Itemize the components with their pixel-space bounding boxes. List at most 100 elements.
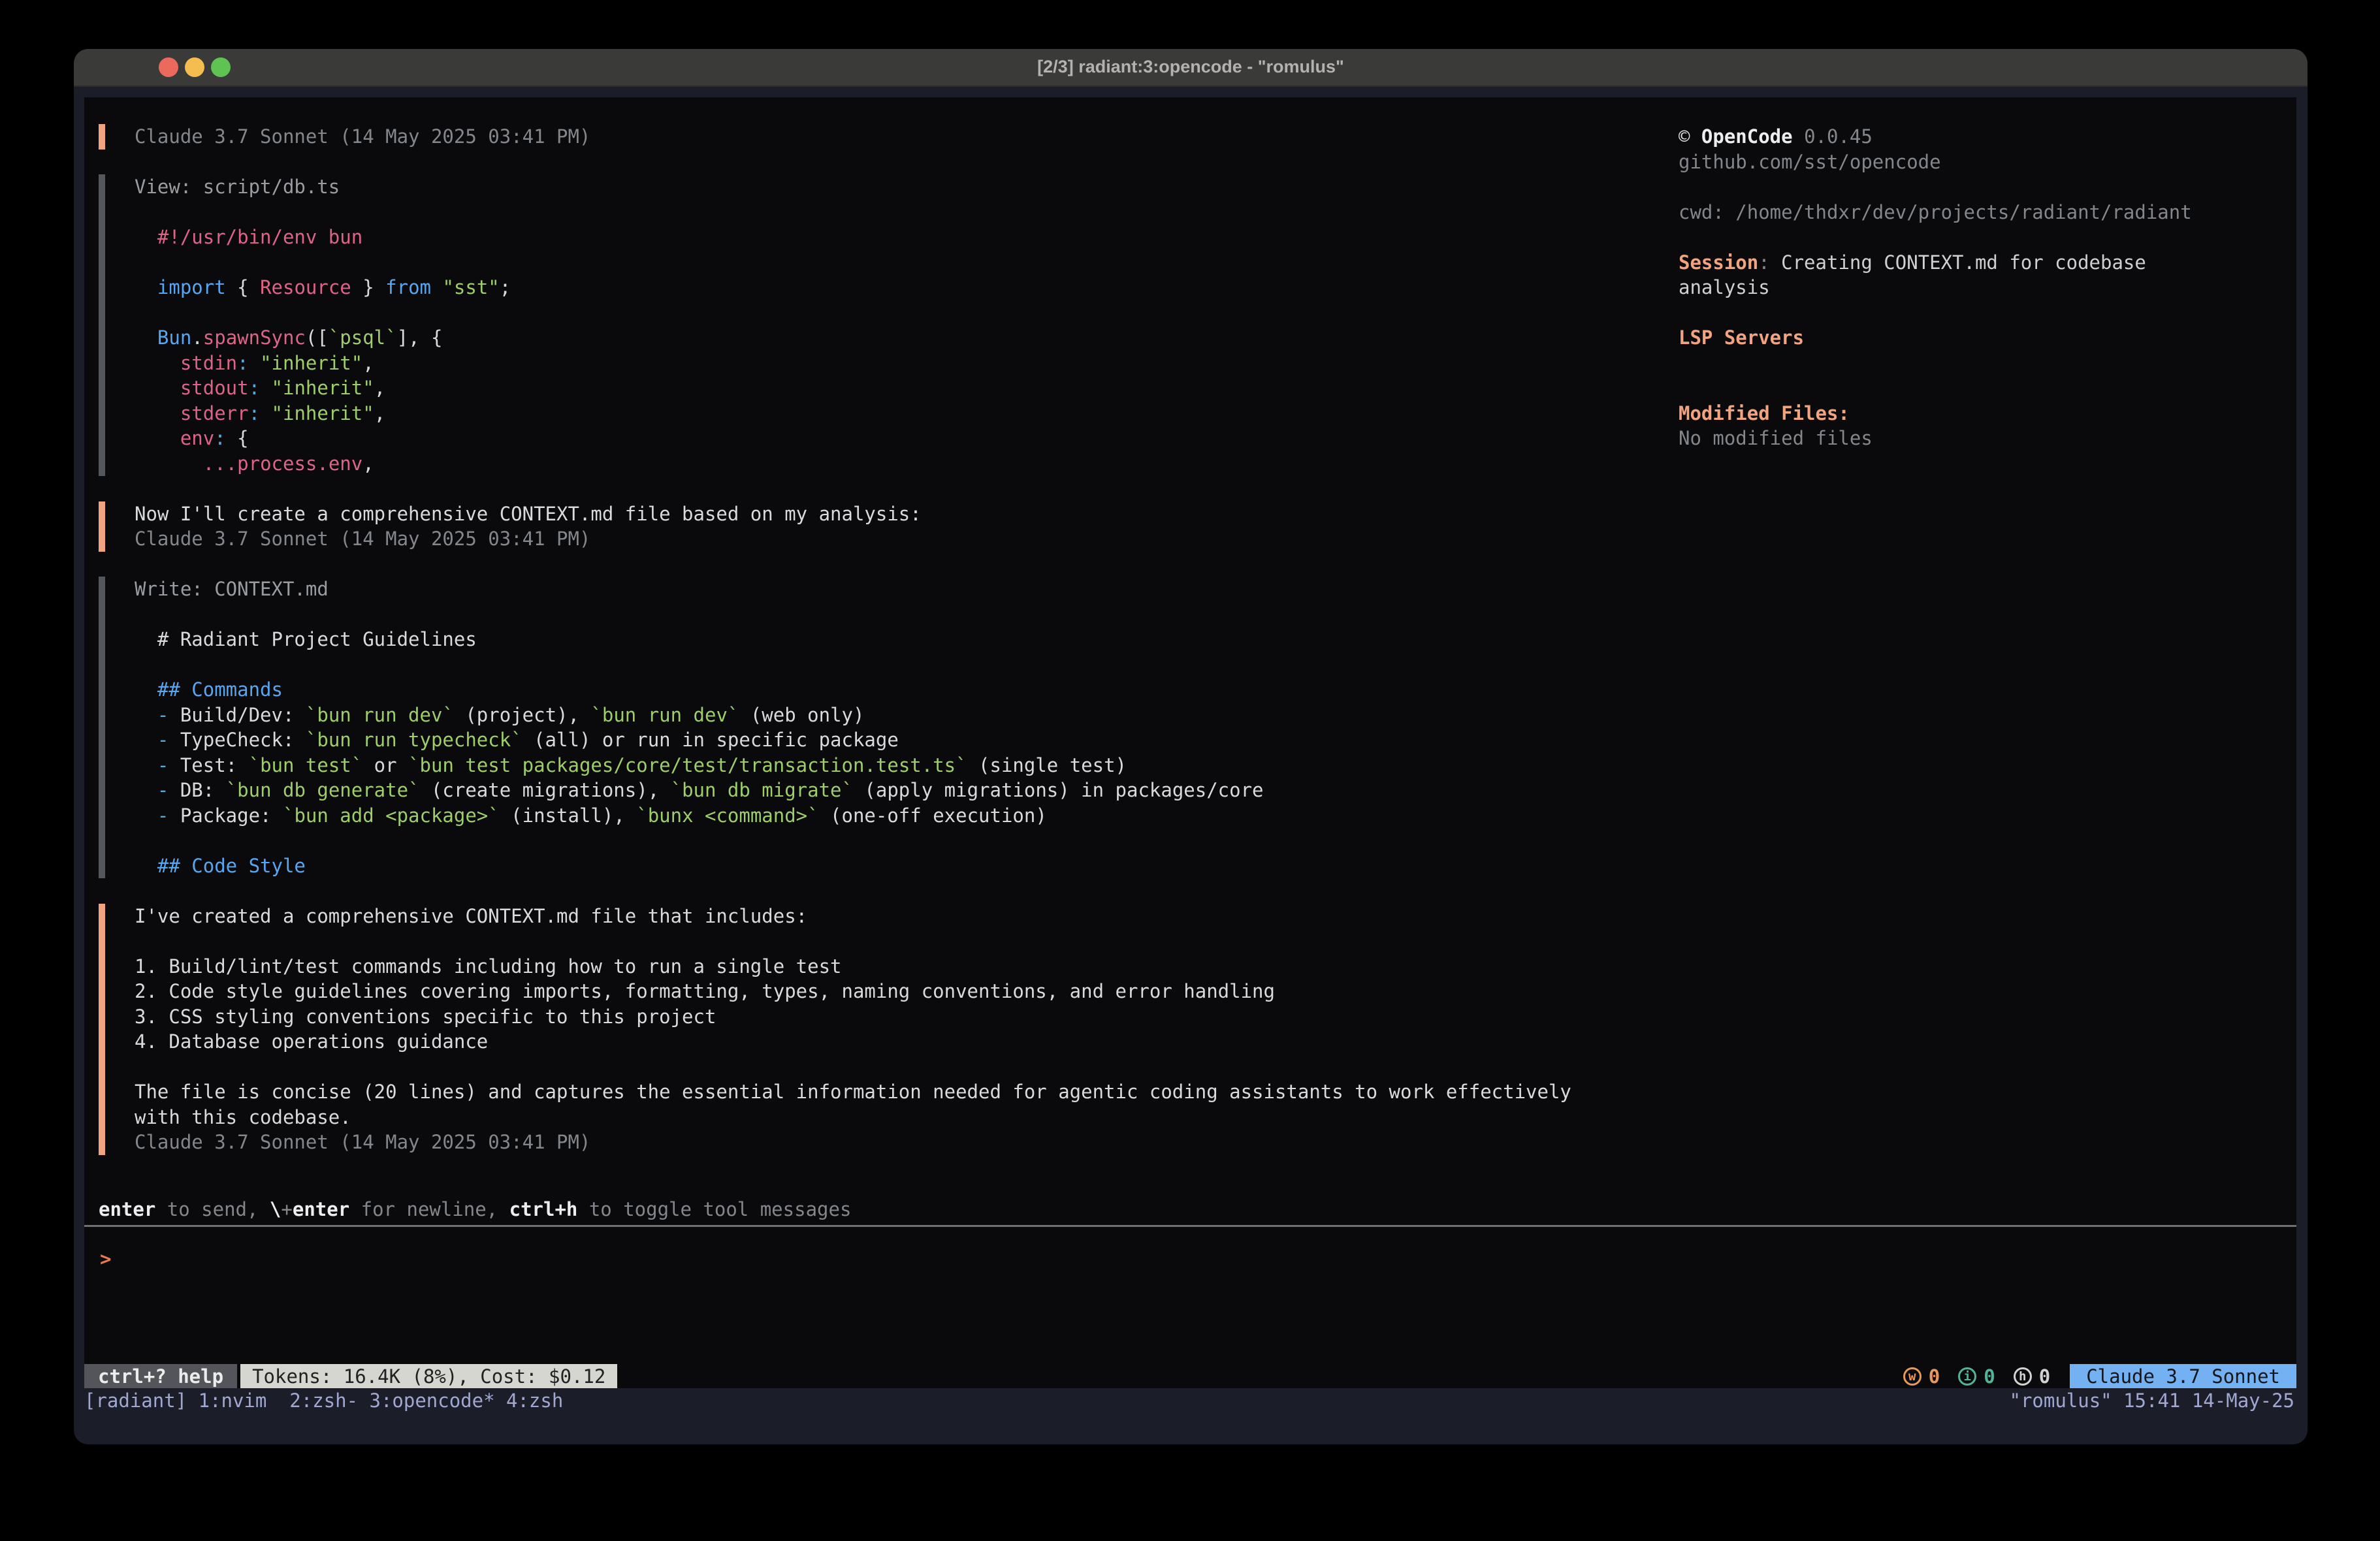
chat-line: 4. Database operations guidance bbox=[135, 1029, 1666, 1055]
text-segment: "inherit" bbox=[260, 352, 362, 374]
text-segment: ], { bbox=[397, 326, 443, 349]
text-segment: ...process.env bbox=[203, 453, 362, 475]
text-segment: github.com/sst/opencode bbox=[1679, 151, 1941, 173]
text-segment: - bbox=[135, 704, 180, 726]
text-segment: "sst" bbox=[442, 276, 499, 298]
chat-line: Write: CONTEXT.md bbox=[135, 577, 1666, 602]
sidebar-line: LSP Servers bbox=[1679, 325, 2292, 351]
text-segment: + bbox=[281, 1198, 292, 1220]
text-segment: Modified Files: bbox=[1679, 402, 1850, 424]
info-count-value: 0 bbox=[1984, 1365, 1995, 1388]
text-segment: (one-off execution) bbox=[819, 804, 1047, 827]
text-segment: analysis bbox=[1679, 276, 1770, 298]
chat-line bbox=[135, 200, 1666, 225]
text-segment: `bun test packages/core/test/transaction… bbox=[408, 754, 967, 776]
text-segment bbox=[135, 453, 203, 475]
hint-count-icon: h bbox=[2014, 1367, 2032, 1386]
minimize-button[interactable] bbox=[185, 57, 204, 77]
text-segment: - bbox=[135, 754, 180, 776]
sidebar-line: © OpenCode 0.0.45 bbox=[1679, 124, 2292, 150]
text-segment: from bbox=[385, 276, 431, 298]
text-segment: , bbox=[362, 453, 374, 475]
text-segment: View: script/db.ts bbox=[135, 176, 340, 198]
sidebar-line: cwd: /home/thdxr/dev/projects/radiant/ra… bbox=[1679, 200, 2292, 225]
chat-log: Claude 3.7 Sonnet (14 May 2025 03:41 PM)… bbox=[99, 124, 1666, 1180]
chat-line: - Build/Dev: `bun run dev` (project), `b… bbox=[135, 703, 1666, 728]
sidebar-line: github.com/sst/opencode bbox=[1679, 150, 2292, 175]
text-segment: for newline, bbox=[349, 1198, 509, 1220]
hint-count: h 0 bbox=[2014, 1365, 2050, 1388]
window-titlebar: [2/3] radiant:3:opencode - "romulus" bbox=[74, 49, 2308, 87]
text-segment: (project), bbox=[454, 704, 591, 726]
tmux-windows-list: [radiant] 1:nvim 2:zsh- 3:opencode* 4:zs… bbox=[74, 1388, 563, 1413]
chat-line: Claude 3.7 Sonnet (14 May 2025 03:41 PM) bbox=[135, 526, 1666, 552]
text-segment: Bun bbox=[135, 326, 191, 349]
text-segment: - bbox=[135, 779, 180, 801]
text-segment: to toggle tool messages bbox=[577, 1198, 851, 1220]
keybind-hint: enter to send, \+enter for newline, ctrl… bbox=[99, 1197, 851, 1222]
text-segment: ([ bbox=[306, 326, 329, 349]
text-segment: 2. Code style guidelines covering import… bbox=[135, 980, 1275, 1002]
text-segment: ctrl+h bbox=[509, 1198, 578, 1220]
text-segment: cwd: /home/thdxr/dev/projects/radiant/ra… bbox=[1679, 201, 2192, 223]
chat-line: - Test: `bun test` or `bun test packages… bbox=[135, 753, 1666, 778]
text-segment bbox=[431, 276, 442, 298]
text-segment: (apply migrations) in packages/core bbox=[853, 779, 1264, 801]
text-segment: Resource bbox=[260, 276, 351, 298]
text-segment: "inherit" bbox=[272, 402, 374, 424]
text-segment: `bun db migrate` bbox=[671, 779, 853, 801]
close-button[interactable] bbox=[159, 57, 178, 77]
chat-line: stdout: "inherit", bbox=[135, 375, 1666, 401]
text-segment: `bun add <package>` bbox=[283, 804, 500, 827]
text-segment: (create migrations), bbox=[420, 779, 671, 801]
text-segment: The file is concise (20 lines) and captu… bbox=[135, 1081, 1571, 1103]
chat-line bbox=[135, 300, 1666, 326]
chat-line: stderr: "inherit", bbox=[135, 401, 1666, 426]
text-segment: , bbox=[374, 377, 385, 399]
sidebar-line: Session: Creating CONTEXT.md for codebas… bbox=[1679, 250, 2292, 276]
chat-line: Now I'll create a comprehensive CONTEXT.… bbox=[135, 501, 1666, 527]
text-segment: Write: CONTEXT.md bbox=[135, 578, 329, 600]
chat-line: # Radiant Project Guidelines bbox=[135, 627, 1666, 652]
chat-line: View: script/db.ts bbox=[135, 174, 1666, 200]
zoom-button[interactable] bbox=[211, 57, 231, 77]
chat-line bbox=[135, 602, 1666, 628]
text-segment: `bun run typecheck` bbox=[306, 729, 523, 751]
text-segment: - bbox=[135, 804, 180, 827]
text-segment: Now I'll create a comprehensive CONTEXT.… bbox=[135, 503, 922, 525]
text-segment: or bbox=[362, 754, 408, 776]
text-segment: : bbox=[237, 352, 248, 374]
text-segment: , bbox=[362, 352, 374, 374]
status-bar-spacer bbox=[617, 1364, 1893, 1388]
text-segment: TypeCheck: bbox=[180, 729, 306, 751]
chat-line: 1. Build/lint/test commands including ho… bbox=[135, 954, 1666, 979]
chat-line bbox=[135, 828, 1666, 853]
text-segment: enter bbox=[99, 1198, 155, 1220]
text-segment: enter bbox=[293, 1198, 349, 1220]
diagnostics-indicators: w 0 i 0 h 0 bbox=[1894, 1364, 2050, 1388]
sidebar-line bbox=[1679, 351, 2292, 376]
text-segment: - bbox=[135, 729, 180, 751]
chat-line bbox=[135, 1055, 1666, 1080]
chat-line: #!/usr/bin/env bun bbox=[135, 225, 1666, 250]
window-title: [2/3] radiant:3:opencode - "romulus" bbox=[74, 49, 2308, 84]
prompt-input[interactable]: > bbox=[100, 1247, 2281, 1272]
chat-line bbox=[135, 250, 1666, 276]
sidebar-line: Modified Files: bbox=[1679, 401, 2292, 426]
text-segment: (web only) bbox=[739, 704, 864, 726]
text-segment: `bun test` bbox=[249, 754, 363, 776]
text-segment bbox=[249, 352, 260, 374]
prompt-chevron-icon: > bbox=[100, 1248, 111, 1270]
sidebar-line bbox=[1679, 225, 2292, 250]
text-segment: OpenCode bbox=[1701, 125, 1793, 148]
text-segment: Claude 3.7 Sonnet (14 May 2025 03:41 PM) bbox=[135, 1131, 590, 1153]
chat-line: stdin: "inherit", bbox=[135, 351, 1666, 376]
text-segment bbox=[260, 377, 271, 399]
text-segment: (all) or run in specific package bbox=[523, 729, 899, 751]
chat-line: ## Code Style bbox=[135, 853, 1666, 879]
text-segment: 1. Build/lint/test commands including ho… bbox=[135, 955, 842, 977]
text-segment: `bun run dev` bbox=[590, 704, 739, 726]
text-segment: : bbox=[214, 427, 225, 449]
text-segment: Session bbox=[1679, 251, 1758, 274]
text-segment: Package: bbox=[180, 804, 283, 827]
